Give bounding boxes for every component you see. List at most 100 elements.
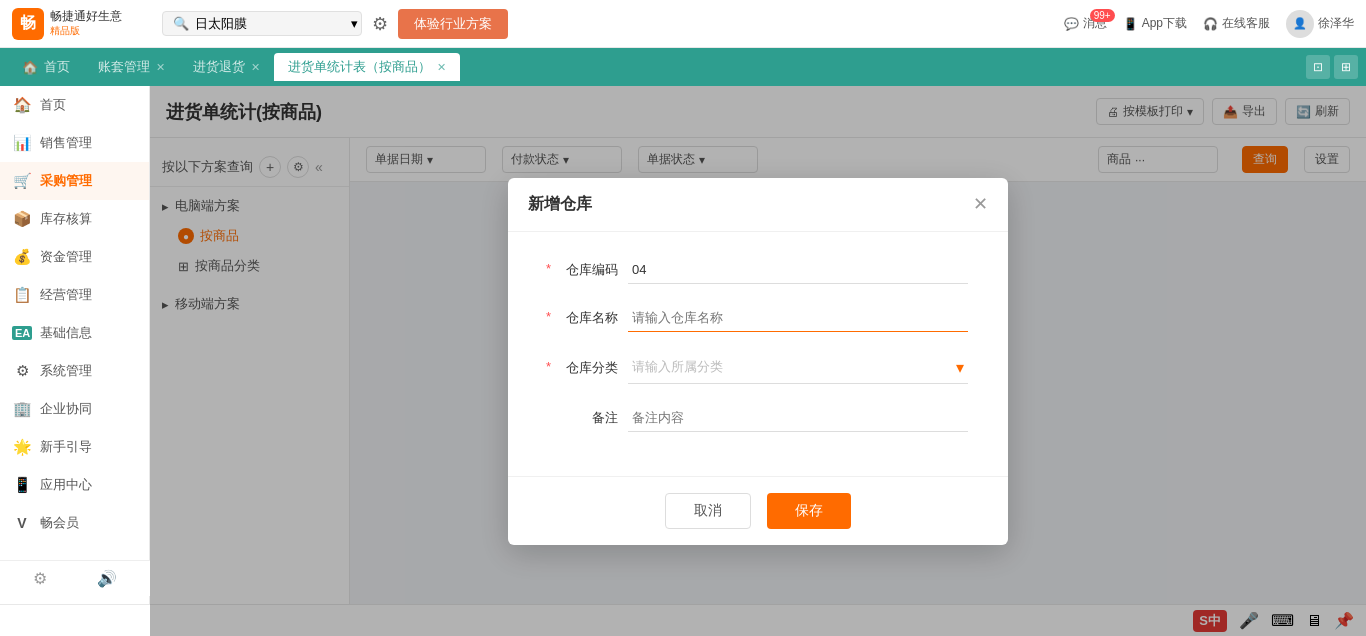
code-input[interactable] [628, 256, 968, 284]
sidebar-item-finance[interactable]: 💰 资金管理 [0, 238, 149, 276]
sidebar-sales-label: 销售管理 [40, 134, 92, 152]
sidebar-member-label: 畅会员 [40, 514, 79, 532]
sidebar-item-home[interactable]: 🏠 首页 [0, 86, 149, 124]
form-row-name: 仓库名称 [548, 304, 968, 332]
modal-close-button[interactable]: ✕ [973, 195, 988, 213]
sidebar-item-purchase[interactable]: 🛒 采购管理 [0, 162, 149, 200]
category-label: 仓库分类 [548, 359, 628, 377]
app-download-button[interactable]: 📱 App下载 [1123, 15, 1187, 32]
tab-purchase-return-close[interactable]: ✕ [251, 61, 260, 74]
sidebar-item-member[interactable]: V 畅会员 [0, 504, 149, 542]
sidebar-home-label: 首页 [40, 96, 66, 114]
enterprise-icon: 🏢 [12, 400, 32, 418]
search-icon: 🔍 [173, 16, 189, 31]
sidebar-item-enterprise[interactable]: 🏢 企业协同 [0, 390, 149, 428]
sidebar-item-inventory[interactable]: 📦 库存核算 [0, 200, 149, 238]
category-select[interactable]: 请输入所属分类 ▾ [628, 352, 968, 384]
sidebar-guide-label: 新手引导 [40, 438, 92, 456]
experience-button[interactable]: 体验行业方案 [398, 9, 508, 39]
sidebar-inventory-label: 库存核算 [40, 210, 92, 228]
purchase-icon: 🛒 [12, 172, 32, 190]
home-sidebar-icon: 🏠 [12, 96, 32, 114]
app-download-label: App下载 [1142, 15, 1187, 32]
logo-sub: 精品版 [50, 24, 122, 38]
code-label: 仓库编码 [548, 261, 628, 279]
mobile-icon: 📱 [1123, 17, 1138, 31]
username: 徐泽华 [1318, 15, 1354, 32]
main-layout: 🏠 首页 📊 销售管理 🛒 采购管理 📦 库存核算 💰 资金管理 📋 经营管理 … [0, 86, 1366, 636]
sidebar-item-basic[interactable]: EA 基础信息 [0, 314, 149, 352]
category-dropdown-icon: ▾ [956, 358, 964, 377]
guide-icon: 🌟 [12, 438, 32, 456]
name-label: 仓库名称 [548, 309, 628, 327]
tab-home-label: 首页 [44, 58, 70, 76]
tab-purchase-return[interactable]: 进货退货 ✕ [179, 53, 274, 81]
online-service-label: 在线客服 [1222, 15, 1270, 32]
message-icon: 💬 [1064, 17, 1079, 31]
tab-purchase-stats-label: 进货单统计表（按商品） [288, 58, 431, 76]
tab-purchase-stats-close[interactable]: ✕ [437, 61, 446, 74]
logo-area: 畅 畅捷通好生意 精品版 [12, 8, 162, 40]
system-icon: ⚙ [12, 362, 32, 380]
category-placeholder: 请输入所属分类 [632, 358, 723, 376]
tab-controls: ⊡ ⊞ [1306, 55, 1358, 79]
form-row-code: 仓库编码 [548, 256, 968, 284]
sidebar-item-sales[interactable]: 📊 销售管理 [0, 124, 149, 162]
headset-icon: 🎧 [1203, 17, 1218, 31]
header-right: 💬 消息 99+ 📱 App下载 🎧 在线客服 👤 徐泽华 [1064, 10, 1354, 38]
header-search[interactable]: 🔍 ▾ [162, 11, 362, 36]
dropdown-icon: ▾ [351, 16, 358, 31]
tab-maximize-button[interactable]: ⊞ [1334, 55, 1358, 79]
sidebar: 🏠 首页 📊 销售管理 🛒 采购管理 📦 库存核算 💰 资金管理 📋 经营管理 … [0, 86, 150, 636]
member-icon: V [12, 515, 32, 531]
tab-bar: 🏠 首页 账套管理 ✕ 进货退货 ✕ 进货单统计表（按商品） ✕ ⊡ ⊞ [0, 48, 1366, 86]
operations-icon: 📋 [12, 286, 32, 304]
name-input[interactable] [628, 304, 968, 332]
inventory-icon: 📦 [12, 210, 32, 228]
tab-purchase-stats[interactable]: 进货单统计表（按商品） ✕ [274, 53, 460, 81]
messages-badge: 99+ [1090, 9, 1115, 22]
sidebar-bottom: ⚙ 🔊 [0, 560, 150, 596]
sidebar-apps-label: 应用中心 [40, 476, 92, 494]
modal-new-warehouse: 新增仓库 ✕ 仓库编码 仓库名称 仓库 [508, 178, 1008, 545]
messages-button[interactable]: 💬 消息 99+ [1064, 15, 1107, 32]
remark-input[interactable] [628, 404, 968, 432]
modal-footer: 取消 保存 [508, 476, 1008, 545]
basic-icon: EA [12, 326, 32, 340]
sidebar-basic-label: 基础信息 [40, 324, 92, 342]
home-icon: 🏠 [22, 60, 38, 75]
sidebar-finance-label: 资金管理 [40, 248, 92, 266]
apps-icon: 📱 [12, 476, 32, 494]
content-area: 进货单统计(按商品) 🖨 按模板打印 ▾ 📤 导出 🔄 刷新 [150, 86, 1366, 636]
sidebar-enterprise-label: 企业协同 [40, 400, 92, 418]
avatar: 👤 [1286, 10, 1314, 38]
tab-home[interactable]: 🏠 首页 [8, 53, 84, 81]
form-row-category: 仓库分类 请输入所属分类 ▾ [548, 352, 968, 384]
remark-label: 备注 [548, 409, 628, 427]
search-input[interactable] [195, 16, 345, 31]
tab-account-close[interactable]: ✕ [156, 61, 165, 74]
sidebar-item-apps[interactable]: 📱 应用中心 [0, 466, 149, 504]
gear-icon[interactable]: ⚙ [372, 13, 388, 35]
save-button[interactable]: 保存 [767, 493, 851, 529]
modal-overlay[interactable]: 新增仓库 ✕ 仓库编码 仓库名称 仓库 [150, 86, 1366, 636]
finance-icon: 💰 [12, 248, 32, 266]
sidebar-settings-icon[interactable]: ⚙ [33, 569, 47, 588]
online-service-button[interactable]: 🎧 在线客服 [1203, 15, 1270, 32]
sidebar-item-guide[interactable]: 🌟 新手引导 [0, 428, 149, 466]
tab-restore-button[interactable]: ⊡ [1306, 55, 1330, 79]
sidebar-volume-icon[interactable]: 🔊 [97, 569, 117, 588]
sidebar-operations-label: 经营管理 [40, 286, 92, 304]
modal-body: 仓库编码 仓库名称 仓库分类 请输入所属分类 ▾ [508, 232, 1008, 476]
tab-account[interactable]: 账套管理 ✕ [84, 53, 179, 81]
sidebar-item-system[interactable]: ⚙ 系统管理 [0, 352, 149, 390]
sidebar-purchase-label: 采购管理 [40, 172, 92, 190]
user-menu[interactable]: 👤 徐泽华 [1286, 10, 1354, 38]
tab-purchase-return-label: 进货退货 [193, 58, 245, 76]
cancel-button[interactable]: 取消 [665, 493, 751, 529]
sidebar-item-operations[interactable]: 📋 经营管理 [0, 276, 149, 314]
logo-text: 畅捷通好生意 [50, 9, 122, 25]
form-row-remark: 备注 [548, 404, 968, 432]
sales-icon: 📊 [12, 134, 32, 152]
sidebar-system-label: 系统管理 [40, 362, 92, 380]
